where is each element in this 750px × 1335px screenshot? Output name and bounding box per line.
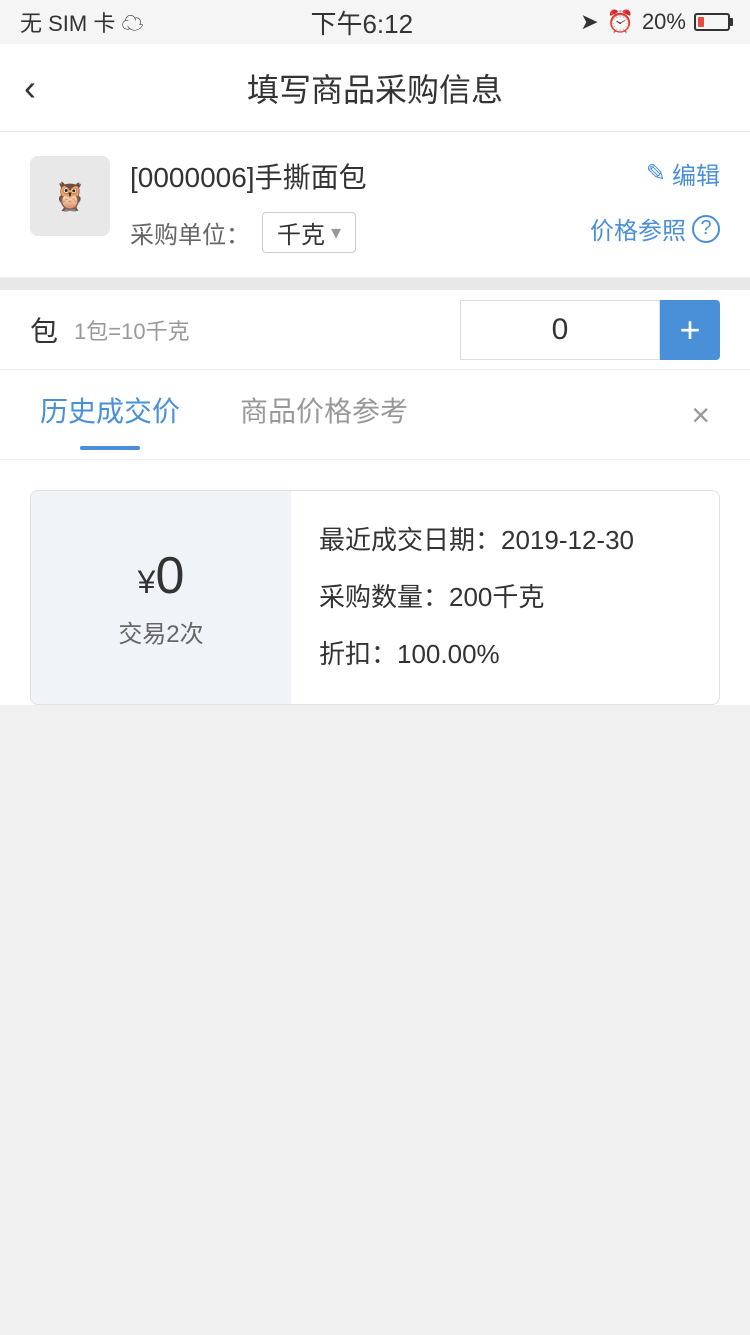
trade-count: 交易2次 (118, 614, 203, 649)
recent-date-value: 2019-12-30 (501, 525, 634, 555)
help-icon: ? (692, 215, 720, 243)
unit-dropdown-arrow: ▾ (331, 220, 341, 245)
location-icon: ➤ (580, 9, 598, 35)
main-content-area (0, 735, 750, 1335)
price-value: 0 (155, 547, 184, 605)
owl-icon: 🦉 (53, 180, 88, 213)
edit-label: 编辑 (672, 156, 720, 191)
separator (0, 278, 750, 290)
no-sim-label: 无 SIM 卡 ☁ (20, 6, 143, 38)
alarm-icon: ⏰ (607, 9, 634, 35)
product-name: [0000006]手撕面包 (130, 156, 367, 196)
discount-value: 100.00% (397, 639, 500, 669)
tabs-panel: 历史成交价 商品价格参考 × ¥0 交易2次 最近成交日期：2019-12-30… (0, 370, 750, 705)
price-ref-button[interactable]: 价格参照 ? (590, 211, 720, 246)
history-card: ¥0 交易2次 最近成交日期：2019-12-30 采购数量：200千克 折扣：… (30, 490, 720, 705)
battery-percent-label: 20% (642, 9, 686, 35)
unit-badge[interactable]: 千克 ▾ (262, 212, 356, 253)
status-bar: 无 SIM 卡 ☁ 下午6:12 ➤ ⏰ 20% (0, 0, 750, 44)
tabs-list: 历史成交价 商品价格参考 (40, 390, 408, 440)
product-thumbnail: 🦉 (30, 156, 110, 236)
product-info: [0000006]手撕面包 采购单位： 千克 ▾ (130, 156, 367, 253)
status-time: 下午6:12 (310, 4, 413, 41)
unit-value: 千克 (277, 215, 325, 250)
currency-symbol: ¥ (138, 564, 156, 600)
qty-unit-label: 包 (30, 310, 58, 350)
tab-history-price[interactable]: 历史成交价 (40, 390, 180, 440)
tab-product-price-ref[interactable]: 商品价格参考 (240, 390, 408, 440)
qty-conversion-label: 1包=10千克 (74, 314, 190, 346)
status-left: 无 SIM 卡 ☁ (20, 6, 143, 38)
tabs-header: 历史成交价 商品价格参考 × (0, 370, 750, 460)
price-ref-label: 价格参照 (590, 211, 686, 246)
nav-bar: ‹ 填写商品采购信息 (0, 44, 750, 132)
qty-input[interactable] (460, 300, 660, 360)
page-title: 填写商品采购信息 (247, 65, 503, 111)
discount-label: 折扣： (319, 639, 397, 669)
purchase-qty-row: 采购数量：200千克 (319, 578, 691, 617)
unit-label: 采购单位： (130, 215, 250, 250)
discount-row: 折扣：100.00% (319, 635, 691, 674)
recent-date-label: 最近成交日期： (319, 525, 501, 555)
history-card-right: 最近成交日期：2019-12-30 采购数量：200千克 折扣：100.00% (291, 491, 719, 704)
purchase-qty-label: 采购数量： (319, 582, 449, 612)
product-card: 🦉 [0000006]手撕面包 采购单位： 千克 ▾ ✎ 编辑 价格参照 (0, 132, 750, 278)
qty-input-area: + (460, 300, 720, 360)
product-unit-row: 采购单位： 千克 ▾ (130, 212, 367, 253)
recent-date-row: 最近成交日期：2019-12-30 (319, 521, 691, 560)
edit-button[interactable]: ✎ 编辑 (646, 156, 720, 191)
tab-close-button[interactable]: × (691, 399, 710, 431)
status-right: ➤ ⏰ 20% (580, 9, 730, 35)
quantity-row: 包 1包=10千克 + (0, 290, 750, 370)
edit-icon: ✎ (646, 159, 666, 188)
quantity-label-area: 包 1包=10千克 (30, 310, 190, 350)
battery-icon (694, 13, 730, 31)
back-button[interactable]: ‹ (24, 67, 36, 109)
qty-plus-button[interactable]: + (660, 300, 720, 360)
purchase-qty-value: 200千克 (449, 582, 544, 612)
history-card-left: ¥0 交易2次 (31, 491, 291, 704)
history-price: ¥0 (138, 546, 185, 606)
